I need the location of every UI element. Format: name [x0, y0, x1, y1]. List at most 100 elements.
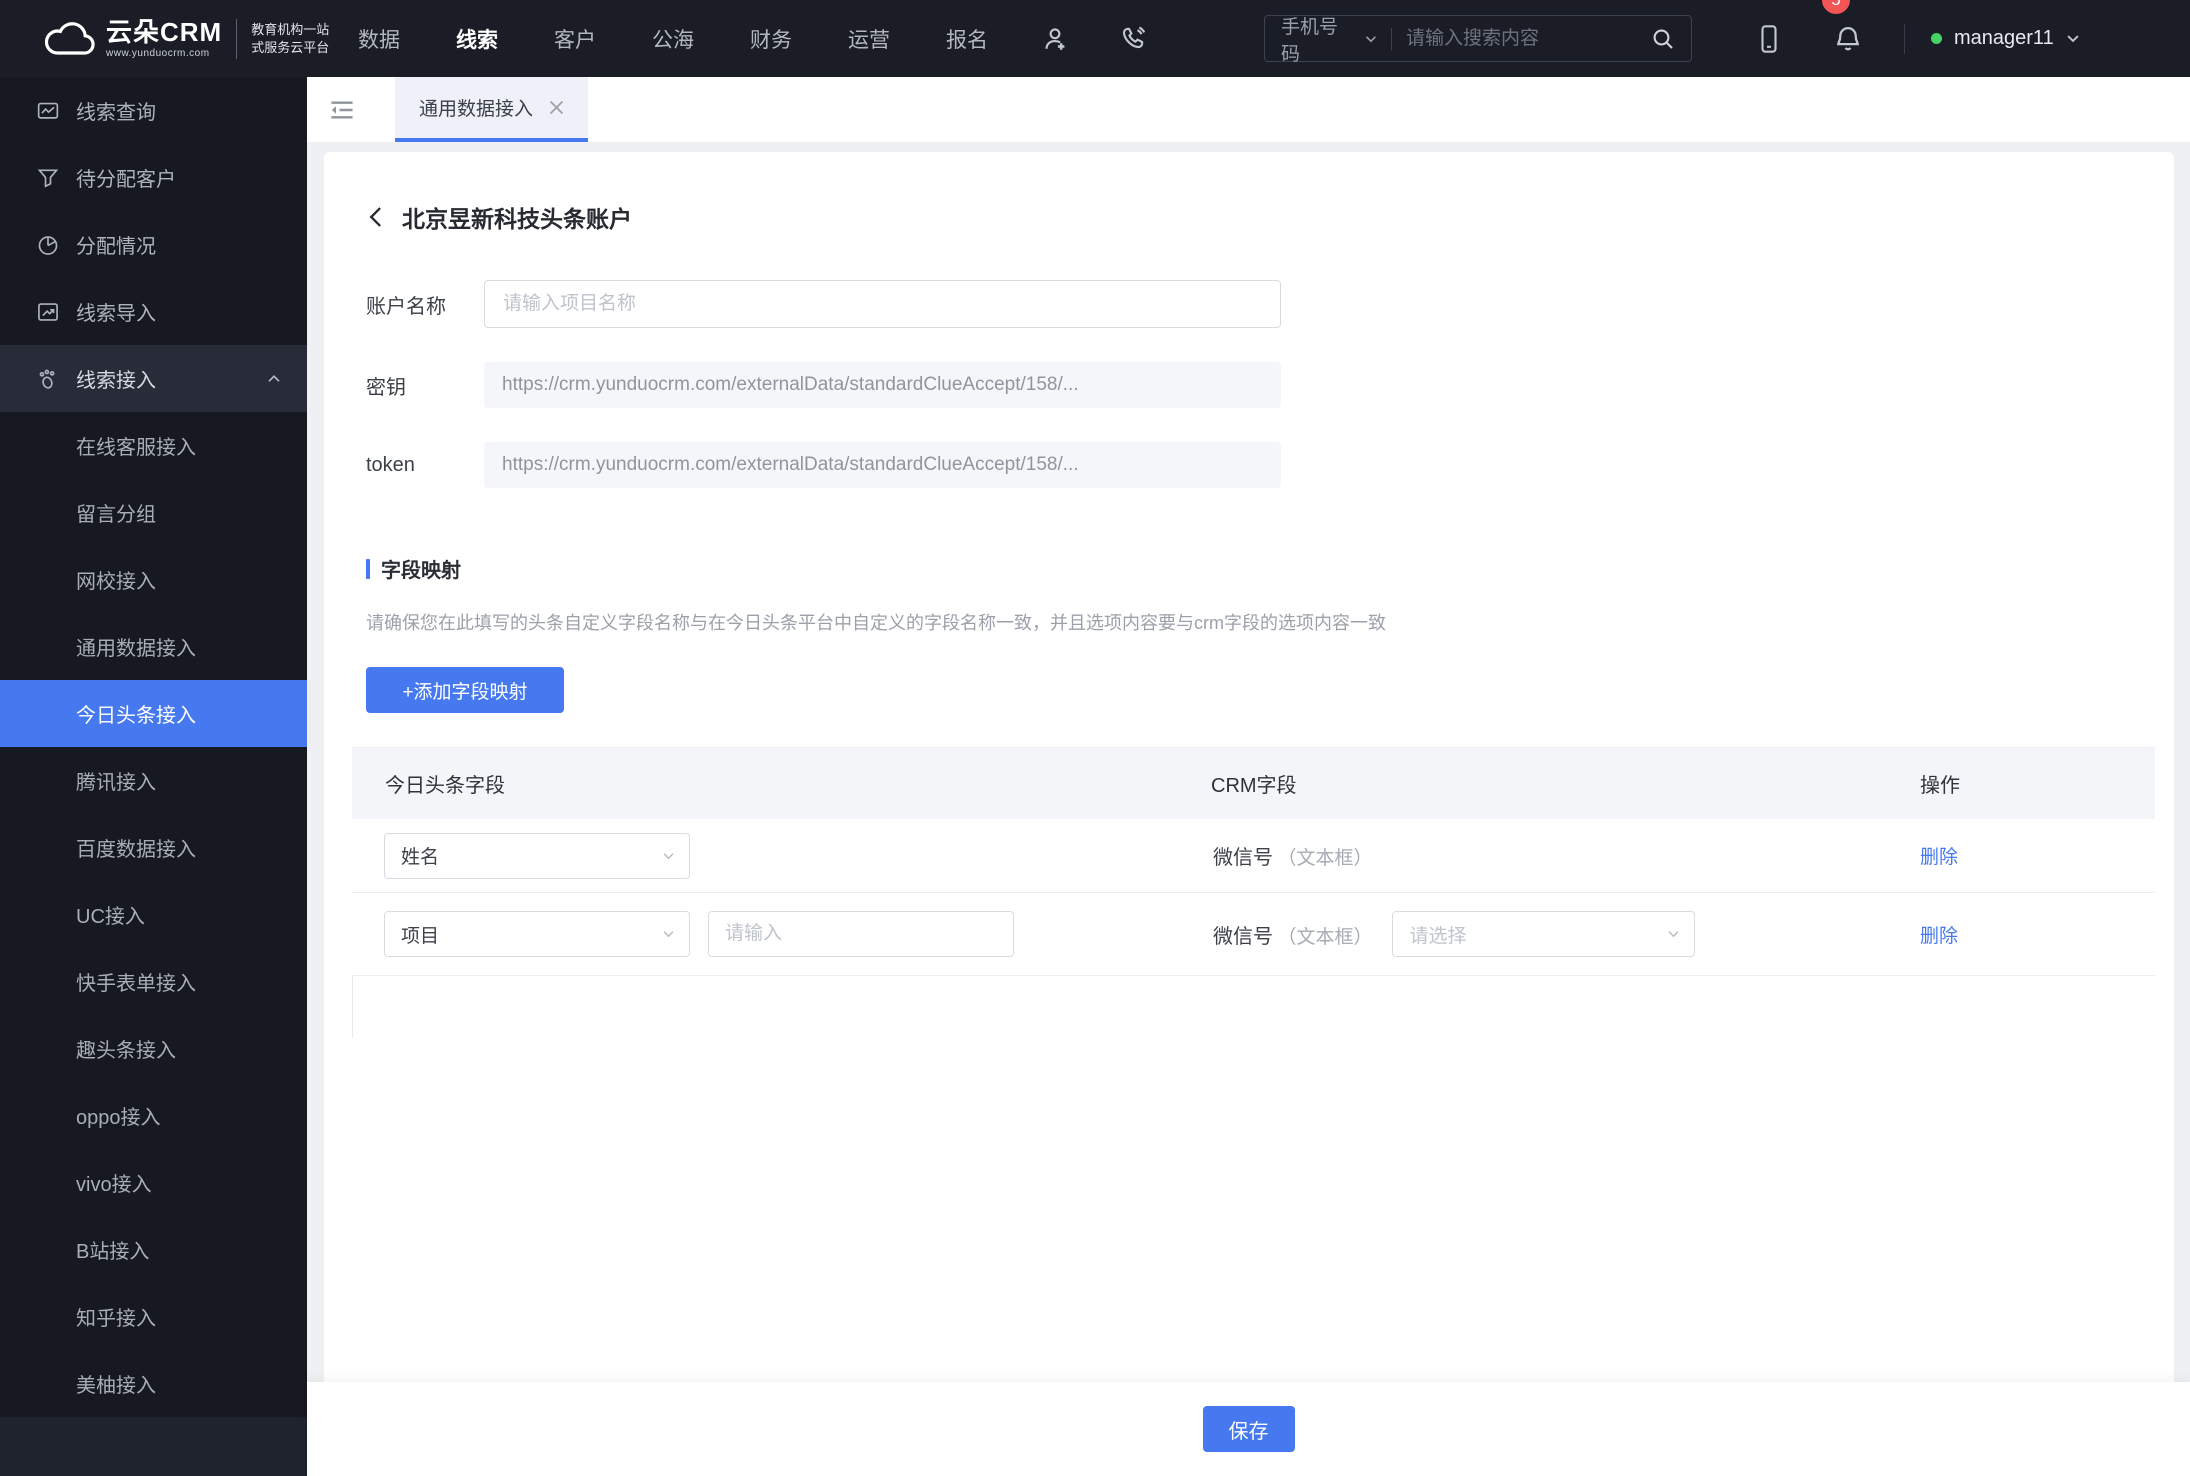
nav-item-registration[interactable]: 报名	[918, 0, 1016, 77]
sidebar-subitem-bilibili[interactable]: B站接入	[0, 1216, 307, 1283]
chevron-down-icon	[2066, 33, 2080, 44]
sidebar-item-clue-access[interactable]: 线索接入	[0, 345, 307, 412]
save-button[interactable]: 保存	[1202, 1406, 1295, 1452]
sidebar-subitem-tencent[interactable]: 腾讯接入	[0, 747, 307, 814]
account-name-input[interactable]	[484, 280, 1281, 328]
search-divider	[1391, 27, 1392, 50]
sidebar-subitem-qutoutiao[interactable]: 趣头条接入	[0, 1015, 307, 1082]
section-description: 请确保您在此填写的头条自定义字段名称与在今日头条平台中自定义的字段名称一致，并且…	[366, 613, 1386, 633]
custom-field-input[interactable]	[708, 911, 1014, 957]
nav-item-clues[interactable]: 线索	[428, 0, 526, 77]
chevron-up-icon	[267, 374, 281, 384]
sidebar-item-pending-customers[interactable]: 待分配客户	[0, 144, 307, 211]
tab-general-data-access[interactable]: 通用数据接入	[395, 77, 589, 142]
crm-field-cell: 微信号 （文本框）	[1211, 841, 1920, 870]
account-name-label: 账户名称	[366, 295, 446, 318]
brand-tagline: 教育机构一站 式服务云平台	[251, 21, 330, 55]
nav-item-public-pool[interactable]: 公海	[624, 0, 722, 77]
sidebar-item-clue-search[interactable]: 线索查询	[0, 77, 307, 144]
nav-item-customers[interactable]: 客户	[526, 0, 624, 77]
table-header-row: 今日头条字段 CRM字段 操作	[352, 747, 2155, 819]
sidebar-item-label: 分配情况	[76, 236, 156, 258]
actions-cell: 删除	[1920, 921, 2155, 948]
sidebar-item-label: 线索查询	[76, 102, 156, 124]
chevron-down-icon	[662, 851, 675, 861]
secret-key-value: https://crm.yunduocrm.com/externalData/s…	[484, 362, 1281, 408]
search-category-dropdown[interactable]: 手机号码	[1281, 12, 1377, 66]
mobile-app-icon[interactable]	[1730, 0, 1808, 77]
content-card: 北京昱新科技头条账户 账户名称 密钥 https://crm.yunduocrm…	[324, 152, 2174, 1382]
sidebar-subitem-online-service[interactable]: 在线客服接入	[0, 412, 307, 479]
section-title: 字段映射	[381, 560, 461, 582]
main-area: 通用数据接入 北京昱新科技头条账户 账户名称 请输入项目名称 密钥 https:…	[307, 77, 2190, 1476]
username: manager11	[1954, 27, 2054, 49]
form-row-token: token https://crm.yunduocrm.com/external…	[366, 442, 2174, 488]
sidebar-subitem-baidu[interactable]: 百度数据接入	[0, 814, 307, 881]
tab-bar: 通用数据接入	[307, 77, 2190, 142]
sidebar-item-label: 待分配客户	[76, 169, 176, 191]
topbar-right: 5 manager11	[1730, 0, 2110, 77]
back-icon[interactable]	[366, 206, 386, 228]
table-row: 姓名 微信号 （文本框） 删除	[352, 819, 2155, 893]
global-search: 手机号码	[1264, 15, 1692, 65]
search-icon[interactable]	[1651, 27, 1675, 51]
sidebar-subitem-kuaishou[interactable]: 快手表单接入	[0, 948, 307, 1015]
menu-fold-icon[interactable]	[329, 97, 355, 123]
brand-url: www.yunduocrm.com	[106, 47, 210, 59]
topbar: 云朵CRM www.yunduocrm.com 教育机构一站 式服务云平台 数据…	[0, 0, 2190, 77]
topbar-divider	[1904, 23, 1905, 54]
crm-field-name: 微信号	[1213, 847, 1273, 869]
delete-link[interactable]: 删除	[1920, 926, 1958, 947]
sidebar-subitem-general-data[interactable]: 通用数据接入	[0, 613, 307, 680]
sidebar-subitem-online-school[interactable]: 网校接入	[0, 546, 307, 613]
tab-label: 通用数据接入	[419, 99, 534, 120]
search-input[interactable]	[1406, 27, 1651, 50]
column-header-toutiao-field: 今日头条字段	[385, 775, 505, 797]
actions-cell: 删除	[1920, 842, 2155, 869]
user-menu[interactable]: manager11	[1931, 27, 2110, 50]
nav-item-finance[interactable]: 财务	[722, 0, 820, 77]
sidebar-subitem-zhihu[interactable]: 知乎接入	[0, 1283, 307, 1350]
table-empty-area	[352, 976, 2155, 1038]
logo-divider	[236, 18, 238, 59]
add-field-mapping-button[interactable]: +添加字段映射	[366, 667, 564, 713]
sidebar-subitem-oppo[interactable]: oppo接入	[0, 1082, 307, 1149]
crm-field-name: 微信号	[1213, 925, 1273, 948]
crm-option-select[interactable]: 请选择	[1392, 911, 1696, 957]
sidebar-item-allocation-status[interactable]: 分配情况	[0, 211, 307, 278]
token-value: https://crm.yunduocrm.com/externalData/s…	[484, 442, 1281, 488]
footprint-icon	[37, 368, 59, 390]
sidebar-subitem-meiyou[interactable]: 美柚接入	[0, 1350, 307, 1417]
field-mapping-table: 今日头条字段 CRM字段 操作 姓名 微信号 （文本框） 删除 项目 请输入 微…	[352, 747, 2155, 1038]
nav-item-operations[interactable]: 运营	[820, 0, 918, 77]
secret-key-label: 密钥	[366, 376, 406, 399]
notification-badge: 5	[1820, 0, 1852, 16]
sidebar-subitem-uc[interactable]: UC接入	[0, 881, 307, 948]
pie-chart-icon	[37, 234, 59, 256]
column-header-actions: 操作	[1920, 775, 1960, 797]
sidebar-item-label: 线索导入	[76, 303, 156, 325]
form-row-secret-key: 密钥 https://crm.yunduocrm.com/externalDat…	[366, 362, 2174, 408]
sidebar: 线索查询 待分配客户 分配情况 线索导入 线索接入 在线客服接入 留言分组 网校…	[0, 77, 307, 1476]
sidebar-subitem-vivo[interactable]: vivo接入	[0, 1149, 307, 1216]
content-background: 北京昱新科技头条账户 账户名称 密钥 https://crm.yunduocrm…	[307, 142, 2190, 1382]
notifications-bell-icon[interactable]: 5	[1808, 0, 1888, 77]
crm-field-cell: 微信号 （文本框） 请选择	[1211, 911, 1920, 957]
cloud-logo-icon	[44, 20, 96, 58]
sidebar-subitem-message-group[interactable]: 留言分组	[0, 479, 307, 546]
call-icon[interactable]	[1094, 0, 1172, 77]
toutiao-field-cell: 项目	[352, 911, 1211, 957]
delete-link[interactable]: 删除	[1920, 847, 1958, 868]
close-icon[interactable]	[549, 100, 564, 115]
toutiao-field-select[interactable]: 姓名	[384, 832, 690, 879]
sidebar-item-clue-import[interactable]: 线索导入	[0, 278, 307, 345]
top-navigation: 数据 线索 客户 公海 财务 运营 报名	[330, 0, 1016, 77]
sidebar-subitem-toutiao[interactable]: 今日头条接入	[0, 680, 307, 747]
add-user-icon[interactable]	[1016, 0, 1094, 77]
nav-item-data[interactable]: 数据	[330, 0, 428, 77]
footer-bar: 保存	[307, 1382, 2190, 1476]
toutiao-field-select[interactable]: 项目	[384, 911, 690, 957]
chart-monitor-icon	[37, 100, 59, 122]
page-title-row: 北京昱新科技头条账户	[366, 200, 2174, 234]
brand-logo[interactable]: 云朵CRM www.yunduocrm.com 教育机构一站 式服务云平台	[0, 18, 330, 59]
